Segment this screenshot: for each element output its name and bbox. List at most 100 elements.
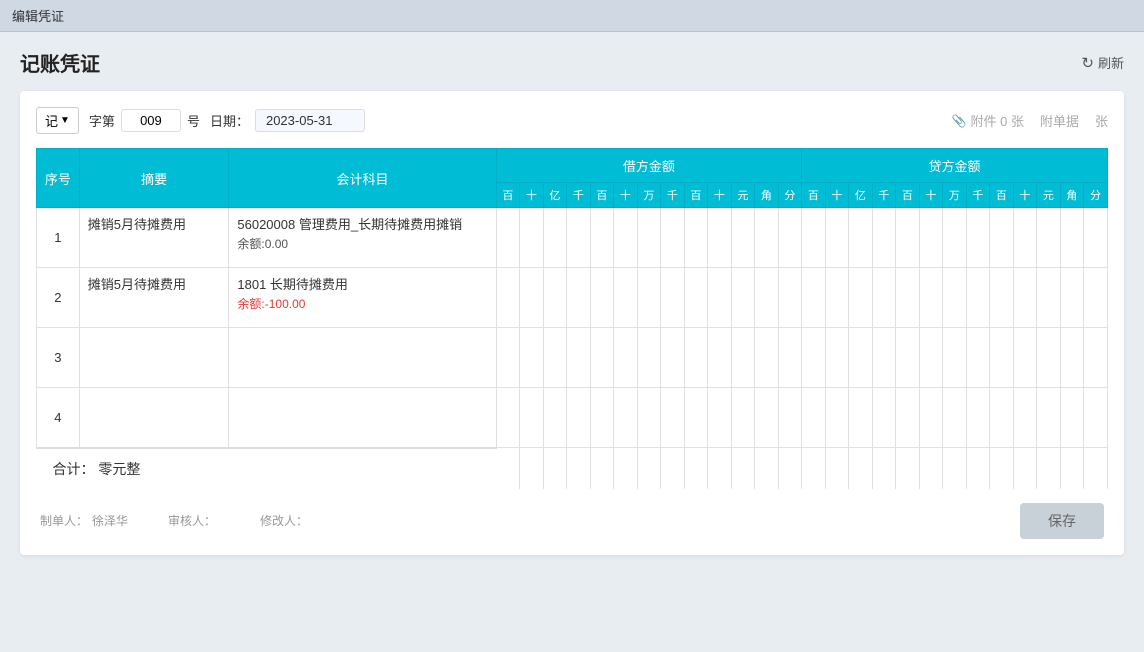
row-1-credit-digit-3[interactable]: [872, 268, 896, 328]
row-1-credit-digit-0[interactable]: [802, 268, 826, 328]
row-1-credit-digit-9[interactable]: [1013, 268, 1037, 328]
row-0-debit-digit-9[interactable]: [708, 208, 732, 268]
row-2-credit-digit-3[interactable]: [872, 328, 896, 388]
row-3-summary[interactable]: [79, 388, 229, 448]
refresh-button[interactable]: ↻ 刷新: [1081, 53, 1124, 72]
row-0-credit-digit-10[interactable]: [1037, 208, 1061, 268]
row-0-debit-digit-8[interactable]: [684, 208, 708, 268]
row-0-debit-digit-11[interactable]: [755, 208, 779, 268]
row-0-credit-digit-1[interactable]: [825, 208, 849, 268]
row-0-credit-digit-0[interactable]: [802, 208, 826, 268]
row-1-credit-digit-11[interactable]: [1060, 268, 1084, 328]
row-0-credit-digit-11[interactable]: [1060, 208, 1084, 268]
row-1-debit-digit-10[interactable]: [731, 268, 755, 328]
row-3-credit-digit-5[interactable]: [919, 388, 943, 448]
row-2-credit-digit-2[interactable]: [849, 328, 873, 388]
row-2-debit-digit-1[interactable]: [520, 328, 544, 388]
row-2-debit-digit-5[interactable]: [614, 328, 638, 388]
row-2-debit-digit-10[interactable]: [731, 328, 755, 388]
row-2-credit-digit-7[interactable]: [966, 328, 990, 388]
row-0-credit-digit-3[interactable]: [872, 208, 896, 268]
table-row[interactable]: 4: [37, 388, 1108, 448]
row-2-summary[interactable]: [79, 328, 229, 388]
row-2-credit-digit-4[interactable]: [896, 328, 920, 388]
row-0-summary[interactable]: 摊销5月待摊费用: [79, 208, 229, 268]
row-2-credit-digit-8[interactable]: [990, 328, 1014, 388]
row-2-debit-digit-4[interactable]: [590, 328, 614, 388]
row-2-account[interactable]: [229, 328, 496, 388]
row-1-credit-digit-6[interactable]: [943, 268, 967, 328]
row-2-debit-digit-6[interactable]: [637, 328, 661, 388]
row-1-debit-digit-9[interactable]: [708, 268, 732, 328]
row-1-debit-digit-0[interactable]: [496, 268, 520, 328]
row-2-credit-digit-11[interactable]: [1060, 328, 1084, 388]
row-1-credit-digit-2[interactable]: [849, 268, 873, 328]
table-row[interactable]: 1摊销5月待摊费用56020008 管理费用_长期待摊费用摊销余额:0.00: [37, 208, 1108, 268]
row-1-debit-digit-7[interactable]: [661, 268, 685, 328]
row-3-credit-digit-12[interactable]: [1084, 388, 1108, 448]
row-3-credit-digit-7[interactable]: [966, 388, 990, 448]
row-0-debit-digit-7[interactable]: [661, 208, 685, 268]
row-3-credit-digit-4[interactable]: [896, 388, 920, 448]
row-2-debit-digit-9[interactable]: [708, 328, 732, 388]
row-3-debit-digit-4[interactable]: [590, 388, 614, 448]
row-1-credit-digit-10[interactable]: [1037, 268, 1061, 328]
row-3-debit-digit-0[interactable]: [496, 388, 520, 448]
row-0-credit-digit-4[interactable]: [896, 208, 920, 268]
row-1-credit-digit-8[interactable]: [990, 268, 1014, 328]
row-1-debit-digit-5[interactable]: [614, 268, 638, 328]
attachment-link[interactable]: 📎 附件 0 张: [952, 111, 1024, 130]
row-0-debit-digit-10[interactable]: [731, 208, 755, 268]
row-0-credit-digit-9[interactable]: [1013, 208, 1037, 268]
row-0-debit-digit-5[interactable]: [614, 208, 638, 268]
row-0-debit-digit-0[interactable]: [496, 208, 520, 268]
row-3-credit-digit-11[interactable]: [1060, 388, 1084, 448]
attachment-single-link[interactable]: 附单据: [1040, 111, 1079, 130]
row-3-debit-digit-6[interactable]: [637, 388, 661, 448]
row-3-debit-digit-8[interactable]: [684, 388, 708, 448]
row-3-credit-digit-3[interactable]: [872, 388, 896, 448]
row-0-credit-digit-5[interactable]: [919, 208, 943, 268]
row-2-debit-digit-2[interactable]: [543, 328, 567, 388]
row-0-account[interactable]: 56020008 管理费用_长期待摊费用摊销余额:0.00: [229, 208, 496, 268]
row-3-debit-digit-9[interactable]: [708, 388, 732, 448]
row-2-credit-digit-1[interactable]: [825, 328, 849, 388]
row-2-credit-digit-6[interactable]: [943, 328, 967, 388]
row-1-debit-digit-1[interactable]: [520, 268, 544, 328]
row-1-debit-digit-2[interactable]: [543, 268, 567, 328]
row-3-credit-digit-0[interactable]: [802, 388, 826, 448]
row-0-credit-digit-6[interactable]: [943, 208, 967, 268]
row-0-credit-digit-12[interactable]: [1084, 208, 1108, 268]
row-1-debit-digit-12[interactable]: [778, 268, 802, 328]
row-2-debit-digit-0[interactable]: [496, 328, 520, 388]
voucher-number-input[interactable]: [121, 109, 181, 132]
row-3-credit-digit-9[interactable]: [1013, 388, 1037, 448]
row-1-credit-digit-7[interactable]: [966, 268, 990, 328]
row-3-debit-digit-3[interactable]: [567, 388, 591, 448]
row-3-credit-digit-1[interactable]: [825, 388, 849, 448]
date-input[interactable]: [255, 109, 365, 132]
save-button[interactable]: 保存: [1020, 503, 1104, 539]
row-1-account[interactable]: 1801 长期待摊费用余额:-100.00: [229, 268, 496, 328]
row-1-credit-digit-5[interactable]: [919, 268, 943, 328]
row-2-credit-digit-0[interactable]: [802, 328, 826, 388]
row-2-debit-digit-11[interactable]: [755, 328, 779, 388]
row-1-debit-digit-4[interactable]: [590, 268, 614, 328]
row-0-debit-digit-6[interactable]: [637, 208, 661, 268]
row-2-credit-digit-10[interactable]: [1037, 328, 1061, 388]
row-1-summary[interactable]: 摊销5月待摊费用: [79, 268, 229, 328]
row-1-credit-digit-1[interactable]: [825, 268, 849, 328]
row-1-credit-digit-12[interactable]: [1084, 268, 1108, 328]
row-1-debit-digit-11[interactable]: [755, 268, 779, 328]
row-0-credit-digit-8[interactable]: [990, 208, 1014, 268]
row-1-debit-digit-6[interactable]: [637, 268, 661, 328]
row-1-debit-digit-3[interactable]: [567, 268, 591, 328]
table-row[interactable]: 3: [37, 328, 1108, 388]
row-2-debit-digit-8[interactable]: [684, 328, 708, 388]
row-3-debit-digit-2[interactable]: [543, 388, 567, 448]
voucher-type-dropdown[interactable]: 记 ▼: [36, 107, 79, 134]
row-0-debit-digit-3[interactable]: [567, 208, 591, 268]
row-0-credit-digit-7[interactable]: [966, 208, 990, 268]
table-row[interactable]: 2摊销5月待摊费用1801 长期待摊费用余额:-100.00: [37, 268, 1108, 328]
row-2-credit-digit-5[interactable]: [919, 328, 943, 388]
